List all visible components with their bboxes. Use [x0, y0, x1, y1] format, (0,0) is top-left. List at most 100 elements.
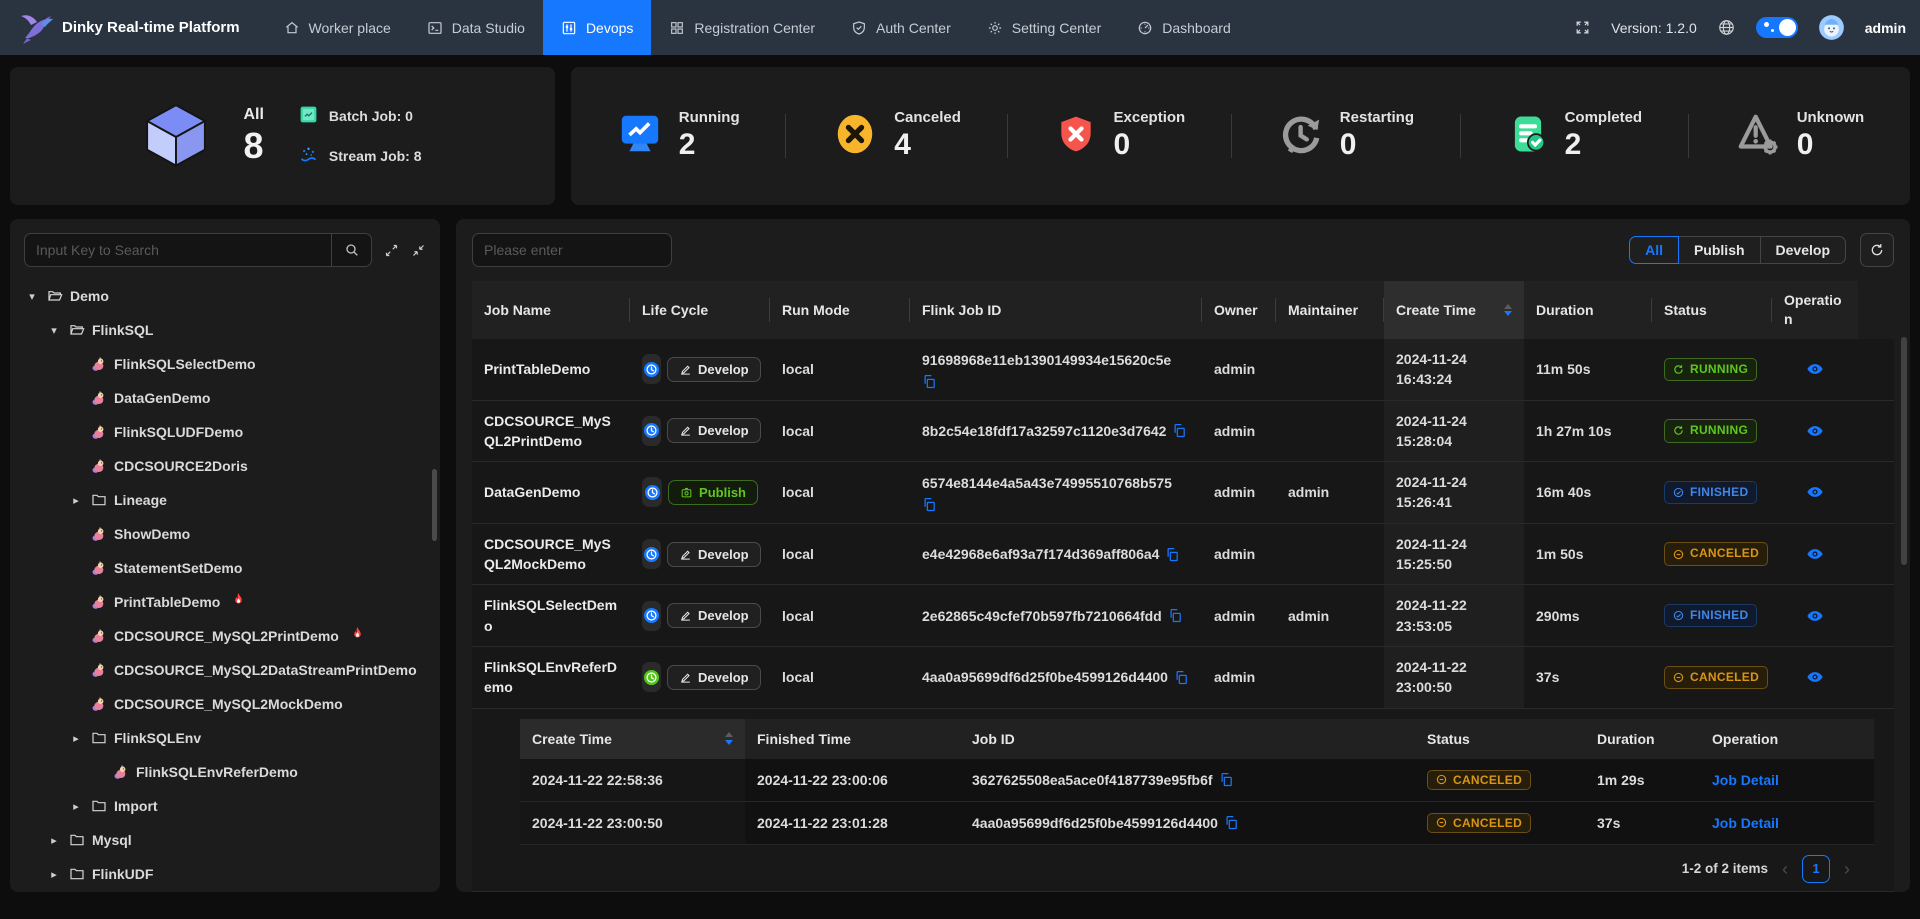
job-detail-link[interactable]: Job Detail	[1712, 815, 1779, 831]
copy-icon[interactable]	[922, 497, 937, 512]
filter-publish[interactable]: Publish	[1678, 236, 1761, 264]
tree-item-flinksqlenv[interactable]: ▸FlinkSQLEnv	[24, 721, 426, 755]
collapse-all-icon[interactable]	[411, 243, 426, 258]
stat-text: Exception0	[1114, 109, 1186, 163]
nav-item-registration-center[interactable]: Registration Center	[651, 0, 833, 55]
tree-item-showdemo[interactable]: ShowDemo	[24, 517, 426, 551]
job-type-count-batch-job: Batch Job: 0	[298, 104, 422, 128]
caret-right-icon[interactable]: ▸	[46, 868, 62, 881]
eye-icon[interactable]	[1806, 668, 1824, 686]
table-scrollbar[interactable]	[1901, 337, 1907, 565]
eye-icon[interactable]	[1806, 607, 1824, 625]
nav-item-devops[interactable]: Devops	[543, 0, 651, 55]
expand-all-icon[interactable]	[384, 243, 399, 258]
subtable-column-header-create-time[interactable]: Create Time	[520, 719, 745, 759]
table-row-cdcsource-mysql2mockdemo[interactable]: CDCSOURCE_MySQL2MockDemoDeveloplocale4e4…	[472, 524, 1894, 586]
life-cycle-publish-button[interactable]: Publish	[668, 480, 758, 505]
subtable-row-1[interactable]: 2024-11-22 22:58:362024-11-22 23:00:0636…	[520, 759, 1874, 802]
copy-icon[interactable]	[1174, 670, 1189, 685]
tree-item-flinksqludfdemo[interactable]: FlinkSQLUDFDemo	[24, 415, 426, 449]
user-avatar[interactable]	[1818, 14, 1845, 41]
tree-item-datagendemo[interactable]: DataGenDemo	[24, 381, 426, 415]
eye-icon[interactable]	[1806, 422, 1824, 440]
search-icon[interactable]	[331, 234, 371, 266]
nav-item-dashboard[interactable]: Dashboard	[1119, 0, 1249, 55]
tree-item-flinksqlenvreferdemo[interactable]: FlinkSQLEnvReferDemo	[24, 755, 426, 789]
pagination-next-icon[interactable]: ›	[1842, 860, 1852, 878]
tree-item-cdcsource-mysql2datastreamprintdemo[interactable]: CDCSOURCE_MySQL2DataStreamPrintDemo	[24, 653, 426, 687]
table-row-flinksqlselectdemo[interactable]: FlinkSQLSelectDemoDeveloplocal2e62865c49…	[472, 585, 1894, 647]
table-row-cdcsource-mysql2printdemo[interactable]: CDCSOURCE_MySQL2PrintDemoDeveloplocal8b2…	[472, 401, 1894, 463]
table-row-datagendemo[interactable]: DataGenDemoPublishlocal6574e8144e4a5a43e…	[472, 462, 1894, 524]
copy-icon[interactable]	[1168, 608, 1183, 623]
nav-item-worker-place[interactable]: Worker place	[266, 0, 409, 55]
tree-item-import[interactable]: ▸Import	[24, 789, 426, 823]
tree-item-cdcsource2doris[interactable]: CDCSOURCE2Doris	[24, 449, 426, 483]
tree-item-flinksqlselectdemo[interactable]: FlinkSQLSelectDemo	[24, 347, 426, 381]
theme-toggle[interactable]	[1756, 17, 1798, 38]
caret-right-icon[interactable]: ▸	[68, 494, 84, 507]
nav-item-data-studio[interactable]: Data Studio	[409, 0, 543, 55]
copy-icon[interactable]	[1219, 772, 1234, 787]
stat-text: Completed2	[1565, 109, 1643, 163]
cell-owner: admin	[1202, 339, 1276, 400]
canceled-stat-icon	[832, 111, 878, 162]
life-cycle-develop-button[interactable]: Develop	[667, 357, 761, 382]
history-clock-icon[interactable]	[642, 416, 661, 446]
job-detail-link[interactable]: Job Detail	[1712, 772, 1779, 788]
tree-item-printtabledemo[interactable]: PrintTableDemo	[24, 585, 426, 619]
nav-item-setting-center[interactable]: Setting Center	[969, 0, 1120, 55]
history-clock-icon[interactable]	[642, 601, 661, 631]
life-cycle-develop-button[interactable]: Develop	[667, 603, 761, 628]
subtable-row-2[interactable]: 2024-11-22 23:00:502024-11-22 23:01:284a…	[520, 802, 1874, 845]
sort-carets-icon[interactable]	[1504, 304, 1512, 317]
copy-icon[interactable]	[1172, 423, 1187, 438]
sort-carets-icon[interactable]	[725, 732, 733, 745]
life-cycle-develop-button[interactable]: Develop	[667, 665, 761, 690]
copy-icon[interactable]	[1165, 547, 1180, 562]
job-tree: ▾Demo▾FlinkSQLFlinkSQLSelectDemoDataGenD…	[24, 279, 426, 891]
life-cycle-develop-button[interactable]: Develop	[667, 542, 761, 567]
filter-develop[interactable]: Develop	[1760, 236, 1846, 264]
cell-maintainer	[1276, 647, 1384, 708]
filter-all[interactable]: All	[1629, 236, 1679, 264]
fullscreen-icon[interactable]	[1574, 19, 1591, 36]
history-clock-icon[interactable]	[642, 477, 662, 507]
pagination-prev-icon[interactable]: ‹	[1780, 860, 1790, 878]
tree-item-demo[interactable]: ▾Demo	[24, 279, 426, 313]
table-search-input[interactable]	[473, 234, 672, 266]
history-clock-icon[interactable]	[642, 662, 661, 692]
copy-icon[interactable]	[922, 374, 937, 389]
job-type-counts: Batch Job: 0Stream Job: 8	[298, 104, 422, 168]
caret-right-icon[interactable]: ▸	[46, 834, 62, 847]
caret-right-icon[interactable]: ▸	[68, 732, 84, 745]
table-row-flinksqlenvreferdemo[interactable]: FlinkSQLEnvReferDemoDeveloplocal4aa0a956…	[472, 647, 1894, 709]
eye-icon[interactable]	[1806, 360, 1824, 378]
caret-right-icon[interactable]: ▸	[68, 800, 84, 813]
eye-icon[interactable]	[1806, 483, 1824, 501]
language-globe-icon[interactable]	[1717, 18, 1736, 37]
caret-down-icon[interactable]: ▾	[46, 324, 62, 337]
pagination-page-1[interactable]: 1	[1802, 855, 1830, 883]
history-clock-icon[interactable]	[642, 354, 661, 384]
history-clock-icon[interactable]	[642, 539, 661, 569]
life-cycle-develop-button[interactable]: Develop	[667, 418, 761, 443]
tree-item-flinkudf[interactable]: ▸FlinkUDF	[24, 857, 426, 891]
column-header-label: Job ID	[972, 731, 1015, 747]
tree-item-lineage[interactable]: ▸Lineage	[24, 483, 426, 517]
caret-down-icon[interactable]: ▾	[24, 290, 40, 303]
sidebar-scrollbar[interactable]	[432, 469, 437, 541]
flink-job-icon	[90, 356, 107, 373]
tree-item-mysql[interactable]: ▸Mysql	[24, 823, 426, 857]
column-header-create-time[interactable]: Create Time	[1384, 281, 1524, 339]
tree-item-statementsetdemo[interactable]: StatementSetDemo	[24, 551, 426, 585]
nav-item-auth-center[interactable]: Auth Center	[833, 0, 969, 55]
tree-item-flinksql[interactable]: ▾FlinkSQL	[24, 313, 426, 347]
copy-icon[interactable]	[1224, 815, 1239, 830]
table-row-printtabledemo[interactable]: PrintTableDemoDeveloplocal91698968e11eb1…	[472, 339, 1894, 401]
tree-item-cdcsource-mysql2mockdemo[interactable]: CDCSOURCE_MySQL2MockDemo	[24, 687, 426, 721]
eye-icon[interactable]	[1806, 545, 1824, 563]
refresh-button[interactable]	[1860, 233, 1894, 267]
tree-item-cdcsource-mysql2printdemo[interactable]: CDCSOURCE_MySQL2PrintDemo	[24, 619, 426, 653]
tree-search-input[interactable]	[25, 234, 331, 266]
